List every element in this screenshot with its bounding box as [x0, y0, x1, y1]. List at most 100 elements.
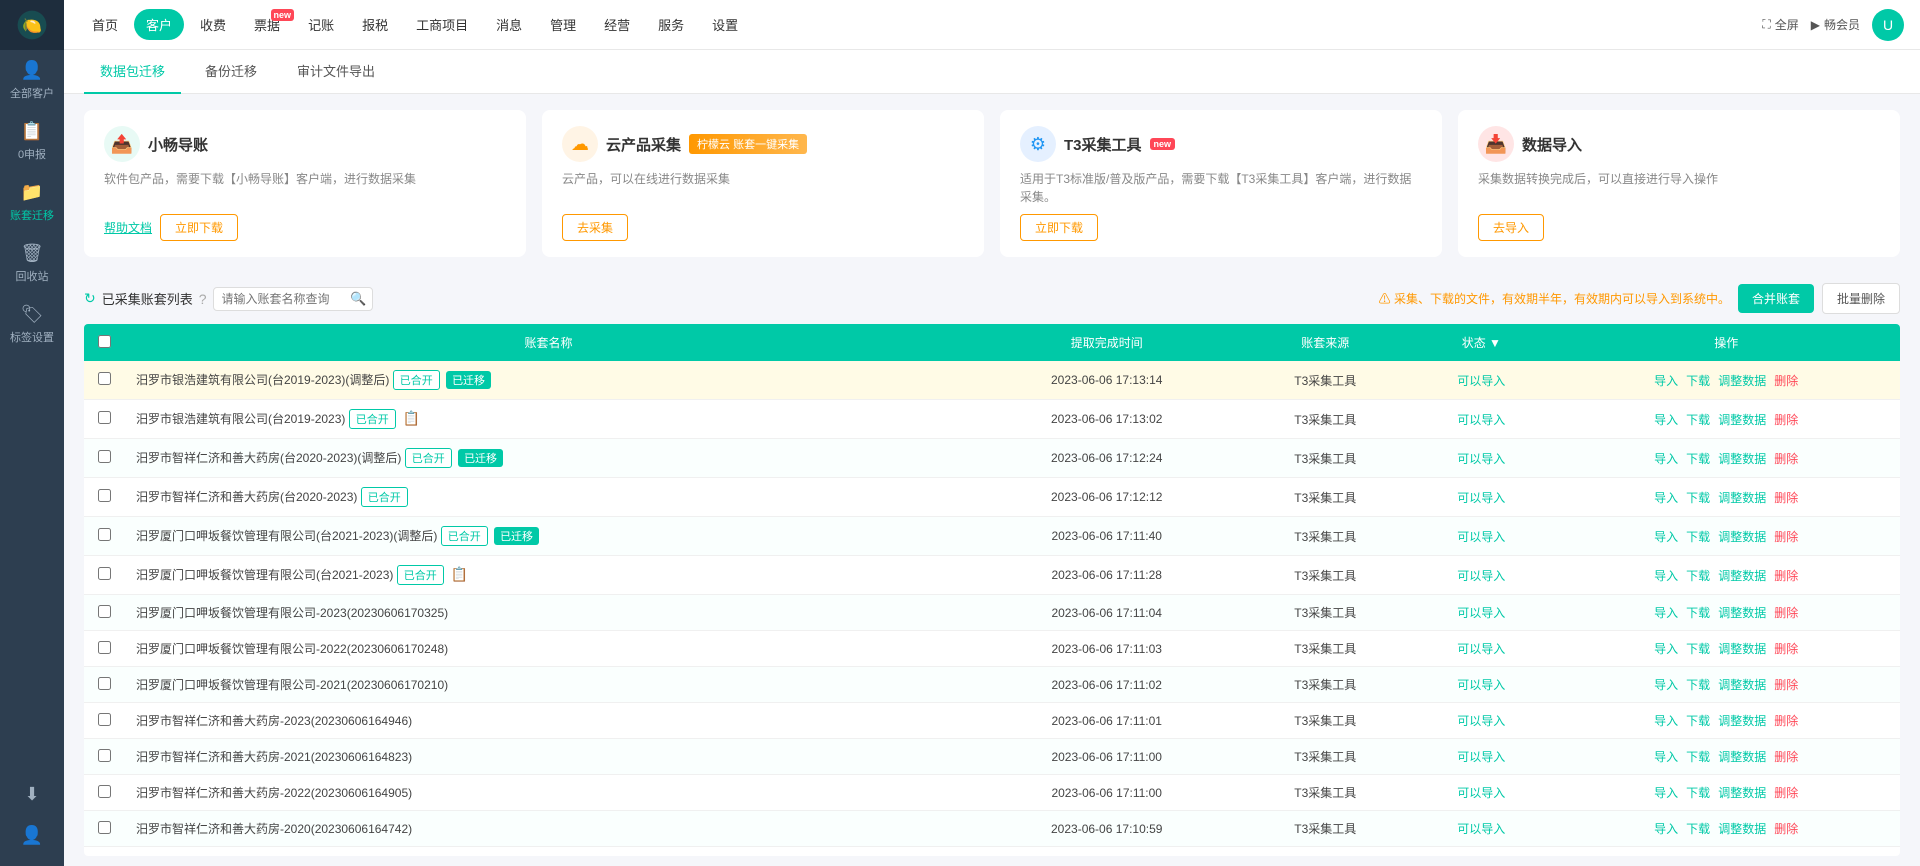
search-button[interactable]: 🔍 — [350, 291, 366, 307]
col-status[interactable]: 状态 ▼ — [1410, 324, 1552, 361]
action-删除[interactable]: 删除 — [1774, 569, 1798, 583]
action-下载[interactable]: 下载 — [1686, 413, 1710, 427]
sidebar-item-trash[interactable]: 🗑 回收站 — [0, 233, 64, 294]
row-checkbox[interactable] — [98, 372, 111, 385]
action-导入[interactable]: 导入 — [1654, 750, 1678, 764]
action-下载[interactable]: 下载 — [1686, 374, 1710, 388]
card-btn-download-xiaochange[interactable]: 立即下载 — [160, 214, 238, 241]
card-link-help[interactable]: 帮助文档 — [104, 219, 152, 236]
action-调整数据[interactable]: 调整数据 — [1718, 714, 1766, 728]
row-checkbox[interactable] — [98, 528, 111, 541]
action-删除[interactable]: 删除 — [1774, 452, 1798, 466]
row-checkbox[interactable] — [98, 567, 111, 580]
action-调整数据[interactable]: 调整数据 — [1718, 413, 1766, 427]
help-icon[interactable]: ? — [199, 291, 207, 307]
action-导入[interactable]: 导入 — [1654, 642, 1678, 656]
action-删除[interactable]: 删除 — [1774, 491, 1798, 505]
action-导入[interactable]: 导入 — [1654, 530, 1678, 544]
action-导入[interactable]: 导入 — [1654, 786, 1678, 800]
action-下载[interactable]: 下载 — [1686, 491, 1710, 505]
card-btn-download-t3[interactable]: 立即下载 — [1020, 214, 1098, 241]
action-调整数据[interactable]: 调整数据 — [1718, 642, 1766, 656]
action-调整数据[interactable]: 调整数据 — [1718, 374, 1766, 388]
action-下载[interactable]: 下载 — [1686, 569, 1710, 583]
nav-operation[interactable]: 经营 — [592, 9, 642, 40]
nav-business[interactable]: 工商项目 — [404, 9, 480, 40]
row-checkbox[interactable] — [98, 450, 111, 463]
row-checkbox[interactable] — [98, 713, 111, 726]
action-调整数据[interactable]: 调整数据 — [1718, 452, 1766, 466]
action-下载[interactable]: 下载 — [1686, 606, 1710, 620]
action-下载[interactable]: 下载 — [1686, 714, 1710, 728]
nav-tax[interactable]: 报税 — [350, 9, 400, 40]
action-删除[interactable]: 删除 — [1774, 606, 1798, 620]
merge-btn[interactable]: 合并账套 — [1738, 284, 1814, 313]
action-删除[interactable]: 删除 — [1774, 374, 1798, 388]
action-调整数据[interactable]: 调整数据 — [1718, 606, 1766, 620]
membership-btn[interactable]: ▶ 畅会员 — [1811, 16, 1860, 33]
action-删除[interactable]: 删除 — [1774, 714, 1798, 728]
action-删除[interactable]: 删除 — [1774, 642, 1798, 656]
action-导入[interactable]: 导入 — [1654, 374, 1678, 388]
select-all-checkbox[interactable] — [98, 335, 111, 348]
nav-settings[interactable]: 设置 — [700, 9, 750, 40]
row-checkbox[interactable] — [98, 489, 111, 502]
action-导入[interactable]: 导入 — [1654, 491, 1678, 505]
action-下载[interactable]: 下载 — [1686, 750, 1710, 764]
action-下载[interactable]: 下载 — [1686, 530, 1710, 544]
nav-service[interactable]: 服务 — [646, 9, 696, 40]
action-导入[interactable]: 导入 — [1654, 569, 1678, 583]
tab-data-migration[interactable]: 数据包迁移 — [84, 50, 181, 94]
nav-billing[interactable]: 收费 — [188, 9, 238, 40]
nav-home[interactable]: 首页 — [80, 9, 130, 40]
action-下载[interactable]: 下载 — [1686, 786, 1710, 800]
action-导入[interactable]: 导入 — [1654, 452, 1678, 466]
action-导入[interactable]: 导入 — [1654, 606, 1678, 620]
action-下载[interactable]: 下载 — [1686, 822, 1710, 836]
row-checkbox[interactable] — [98, 605, 111, 618]
sidebar-item-user-bottom[interactable]: 👤 — [0, 815, 64, 856]
action-下载[interactable]: 下载 — [1686, 678, 1710, 692]
action-导入[interactable]: 导入 — [1654, 714, 1678, 728]
action-删除[interactable]: 删除 — [1774, 413, 1798, 427]
sidebar-item-zero-report[interactable]: 📋 0申报 — [0, 111, 64, 172]
nav-bookkeeping[interactable]: 记账 — [296, 9, 346, 40]
user-avatar[interactable]: U — [1872, 9, 1904, 41]
action-调整数据[interactable]: 调整数据 — [1718, 786, 1766, 800]
refresh-icon[interactable]: ↻ — [84, 290, 96, 307]
row-checkbox[interactable] — [98, 677, 111, 690]
row-checkbox[interactable] — [98, 821, 111, 834]
action-调整数据[interactable]: 调整数据 — [1718, 530, 1766, 544]
action-调整数据[interactable]: 调整数据 — [1718, 750, 1766, 764]
batch-delete-btn[interactable]: 批量删除 — [1822, 283, 1900, 314]
nav-management[interactable]: 管理 — [538, 9, 588, 40]
sidebar-item-label-settings[interactable]: 🏷 标签设置 — [0, 294, 64, 355]
action-下载[interactable]: 下载 — [1686, 642, 1710, 656]
search-input[interactable] — [213, 287, 373, 311]
card-btn-collect[interactable]: 去采集 — [562, 214, 628, 241]
row-extra-icon[interactable]: 📋 — [403, 410, 420, 426]
sidebar-item-account-migration[interactable]: 📁 账套迁移 — [0, 172, 64, 233]
action-删除[interactable]: 删除 — [1774, 750, 1798, 764]
action-删除[interactable]: 删除 — [1774, 678, 1798, 692]
nav-message[interactable]: 消息 — [484, 9, 534, 40]
action-调整数据[interactable]: 调整数据 — [1718, 822, 1766, 836]
row-extra-icon[interactable]: 📋 — [451, 566, 468, 582]
action-调整数据[interactable]: 调整数据 — [1718, 678, 1766, 692]
action-调整数据[interactable]: 调整数据 — [1718, 491, 1766, 505]
action-删除[interactable]: 删除 — [1774, 822, 1798, 836]
tab-backup-migration[interactable]: 备份迁移 — [189, 50, 273, 94]
fullscreen-btn[interactable]: ⛶ 全屏 — [1762, 16, 1798, 33]
action-调整数据[interactable]: 调整数据 — [1718, 569, 1766, 583]
tab-audit-export[interactable]: 审计文件导出 — [281, 50, 391, 94]
action-导入[interactable]: 导入 — [1654, 678, 1678, 692]
row-checkbox[interactable] — [98, 785, 111, 798]
nav-invoice[interactable]: 票据 new — [242, 9, 292, 40]
sidebar-item-all-clients[interactable]: 👤 全部客户 — [0, 50, 64, 111]
action-删除[interactable]: 删除 — [1774, 530, 1798, 544]
row-checkbox[interactable] — [98, 641, 111, 654]
action-导入[interactable]: 导入 — [1654, 413, 1678, 427]
action-导入[interactable]: 导入 — [1654, 822, 1678, 836]
action-删除[interactable]: 删除 — [1774, 786, 1798, 800]
card-btn-import[interactable]: 去导入 — [1478, 214, 1544, 241]
